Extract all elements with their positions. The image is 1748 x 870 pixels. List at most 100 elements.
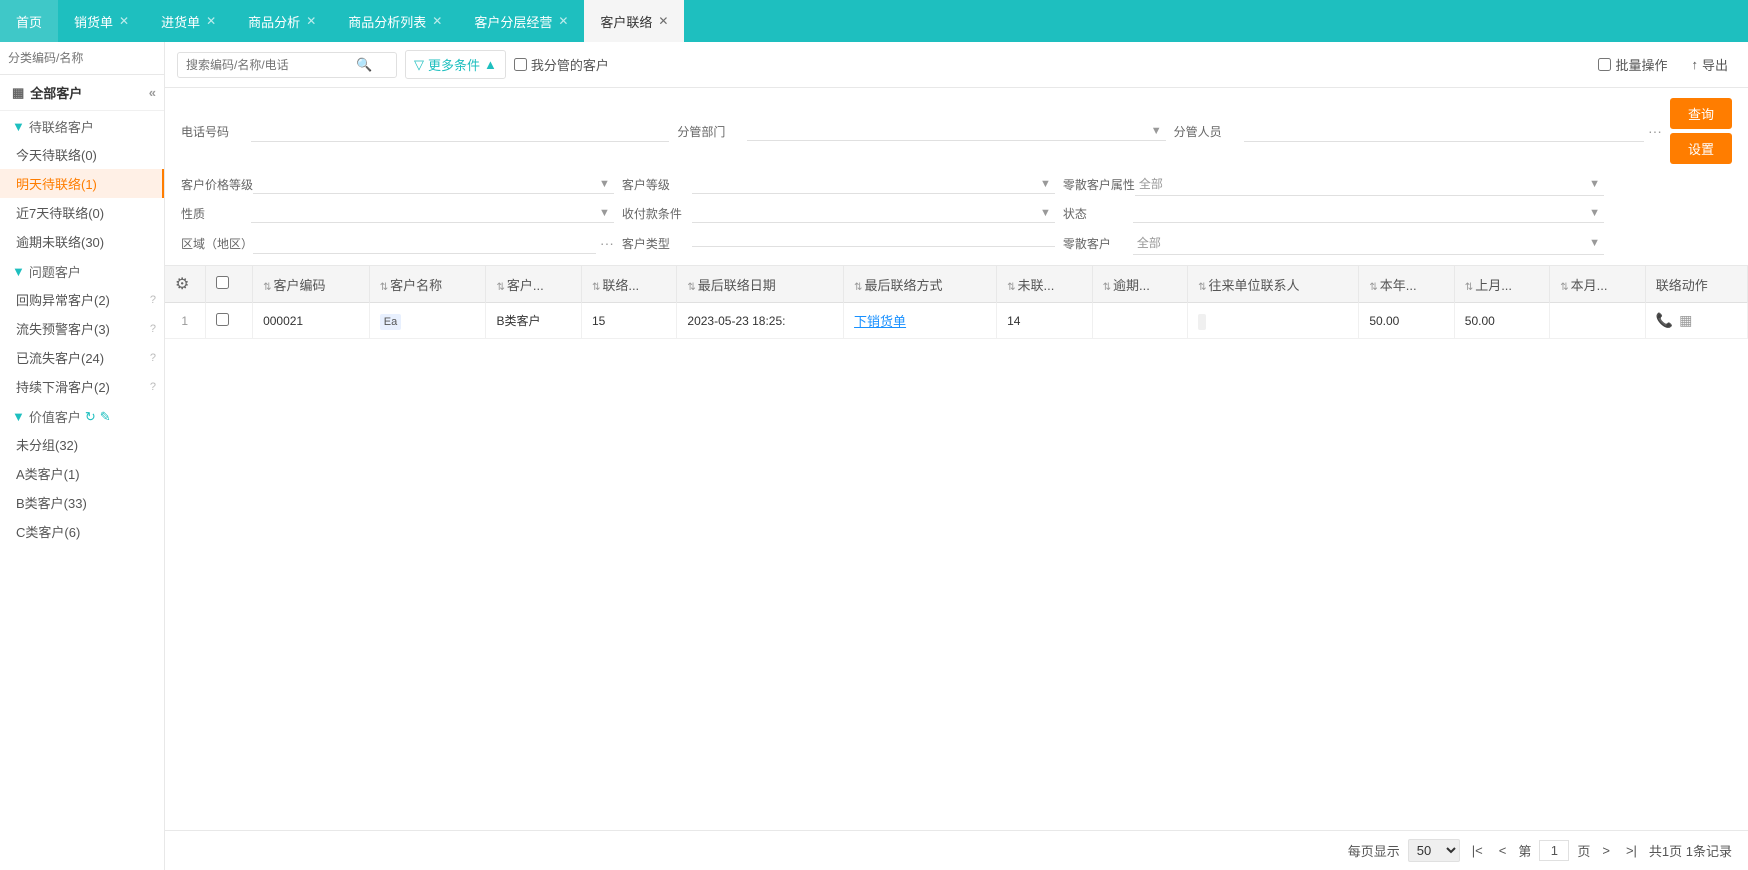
nav-customer-contact[interactable]: 客户联络 ✕ [584, 0, 684, 42]
th-contact-count[interactable]: ⇅联络... [581, 266, 676, 303]
dept-select[interactable]: ▼ [747, 122, 1165, 141]
more-dots-icon[interactable]: ··· [600, 235, 614, 251]
sidebar-item-7days[interactable]: 近7天待联络(0) [0, 198, 164, 227]
my-customer-checkbox[interactable] [514, 58, 527, 71]
nav-home[interactable]: 首页 [0, 0, 58, 42]
refresh-icon[interactable]: ↻ [85, 409, 96, 425]
close-icon[interactable]: ✕ [119, 14, 129, 28]
th-customer-type[interactable]: ⇅客户... [486, 266, 581, 303]
batch-ops-btn[interactable]: 批量操作 [1590, 51, 1675, 78]
sidebar-item-today[interactable]: 今天待联络(0) [0, 140, 164, 169]
edit-icon[interactable]: ✎ [100, 409, 111, 425]
grid-icon: ▦ [12, 85, 24, 101]
close-icon[interactable]: ✕ [306, 14, 316, 28]
row-checkbox[interactable] [216, 313, 229, 326]
th-last-month[interactable]: ⇅上月... [1454, 266, 1549, 303]
th-code[interactable]: ⇅客户编码 [253, 266, 370, 303]
select-all-checkbox[interactable] [216, 276, 229, 289]
sidebar-item-tomorrow[interactable]: 明天待联络(1) [0, 169, 164, 198]
th-last-contact-method[interactable]: ⇅最后联络方式 [844, 266, 997, 303]
more-dots-icon[interactable]: ··· [1648, 123, 1662, 139]
sidebar-item-churn-warning[interactable]: 流失预警客户(3) ? [0, 314, 164, 343]
sort-icon: ⇅ [263, 282, 271, 293]
retail-attr-select[interactable]: 全部 ▼ [1135, 172, 1604, 196]
sort-icon: ⇅ [1198, 282, 1206, 293]
chevron-down-icon: ▼ [599, 178, 610, 190]
contact-method-link[interactable]: 下销货单 [854, 314, 906, 329]
last-page-btn[interactable]: >| [1622, 841, 1641, 860]
customer-type-select[interactable] [692, 240, 1055, 247]
row-code: 000021 [253, 303, 370, 339]
region-label: 区域（地区） [181, 235, 253, 252]
close-icon[interactable]: ✕ [432, 14, 442, 28]
help-icon[interactable]: ? [150, 381, 156, 393]
sidebar-item-class-b[interactable]: B类客户(33) [0, 488, 164, 517]
nav-product-analysis-list[interactable]: 商品分析列表 ✕ [332, 0, 458, 42]
region-input[interactable] [253, 233, 596, 254]
sort-icon: ⇅ [496, 282, 504, 293]
nav-product-analysis[interactable]: 商品分析 ✕ [232, 0, 332, 42]
th-current-year[interactable]: ⇅本年... [1359, 266, 1454, 303]
phone-input[interactable] [251, 121, 669, 142]
batch-checkbox[interactable] [1598, 58, 1611, 71]
retail-customer-select[interactable]: 全部 ▼ [1133, 231, 1604, 255]
payment-select[interactable]: ▼ [692, 204, 1055, 223]
customer-level-select[interactable]: ▼ [692, 175, 1055, 194]
nature-select[interactable]: ▼ [251, 204, 614, 223]
th-current-month[interactable]: ⇅本月... [1550, 266, 1645, 303]
export-btn[interactable]: ↑ 导出 [1683, 51, 1736, 78]
retail-attr-label: 零散客户属性 [1063, 176, 1135, 193]
nav-purchase-order[interactable]: 进货单 ✕ [145, 0, 232, 42]
search-submit-icon[interactable]: 🔍 [356, 57, 372, 73]
settings-btn[interactable]: 设置 [1670, 133, 1732, 164]
my-customer-checkbox-label[interactable]: 我分管的客户 [514, 55, 609, 74]
sidebar-item-class-c[interactable]: C类客户(6) [0, 517, 164, 546]
th-contact-person[interactable]: ⇅往来单位联系人 [1188, 266, 1359, 303]
settings-gear-icon[interactable]: ⚙ [175, 276, 189, 293]
sidebar-section-pending: ▼ 待联络客户 [0, 111, 164, 140]
price-level-select[interactable]: ▼ [253, 175, 614, 194]
close-icon[interactable]: ✕ [206, 14, 216, 28]
sidebar-item-overdue[interactable]: 逾期未联络(30) [0, 227, 164, 256]
retail-customer-label: 零散客户 [1063, 235, 1133, 252]
sidebar-item-ungrouped[interactable]: 未分组(32) [0, 430, 164, 459]
th-gear[interactable]: ⚙ [165, 266, 205, 303]
query-btn[interactable]: 查询 [1670, 98, 1732, 129]
th-last-contact-date[interactable]: ⇅最后联络日期 [677, 266, 844, 303]
person-input[interactable] [1244, 121, 1644, 142]
sort-icon: ⇅ [854, 282, 862, 293]
close-icon[interactable]: ✕ [658, 14, 668, 28]
sidebar-all-customers[interactable]: ▦ 全部客户 « [0, 75, 164, 111]
nav-customer-tier[interactable]: 客户分层经营 ✕ [458, 0, 584, 42]
triangle-icon: ▼ [12, 264, 25, 279]
th-overdue[interactable]: ⇅逾期... [1092, 266, 1187, 303]
phone-icon[interactable]: 📞 [1656, 312, 1673, 329]
more-filter-btn[interactable]: ▽ 更多条件 ▲ [405, 50, 506, 79]
sidebar-item-repurchase-anomaly[interactable]: 回购异常客户(2) ? [0, 285, 164, 314]
triangle-icon: ▼ [12, 409, 25, 424]
help-icon[interactable]: ? [150, 323, 156, 335]
page-size-select[interactable]: 50 20 100 [1408, 839, 1460, 862]
sidebar-item-class-a[interactable]: A类客户(1) [0, 459, 164, 488]
customer-level-label: 客户等级 [622, 176, 692, 193]
collapse-icon[interactable]: « [149, 85, 156, 100]
close-icon[interactable]: ✕ [558, 14, 568, 28]
chevron-down-icon: ▼ [1589, 178, 1600, 190]
th-name[interactable]: ⇅客户名称 [369, 266, 486, 303]
help-icon[interactable]: ? [150, 294, 156, 306]
grid-action-icon[interactable]: ▦ [1679, 312, 1692, 329]
sidebar-item-declining[interactable]: 持续下滑客户(2) ? [0, 372, 164, 401]
search-input[interactable] [186, 58, 356, 72]
th-uncontact[interactable]: ⇅未联... [997, 266, 1092, 303]
nav-sales-order[interactable]: 销货单 ✕ [58, 0, 145, 42]
help-icon[interactable]: ? [150, 352, 156, 364]
next-page-btn[interactable]: > [1598, 841, 1614, 860]
sidebar-item-churned[interactable]: 已流失客户(24) ? [0, 343, 164, 372]
chevron-down-icon: ▼ [1040, 207, 1051, 219]
person-field: 分管人员 ··· [1174, 121, 1662, 142]
status-select[interactable]: ▼ [1133, 204, 1604, 223]
prev-page-btn[interactable]: < [1495, 841, 1511, 860]
first-page-btn[interactable]: |< [1468, 841, 1487, 860]
sidebar-search-input[interactable] [8, 51, 163, 65]
table-area: ⚙ ⇅客户编码 ⇅客户名称 ⇅客户... ⇅联络... ⇅最后联络日期 ⇅最后联… [165, 266, 1748, 830]
